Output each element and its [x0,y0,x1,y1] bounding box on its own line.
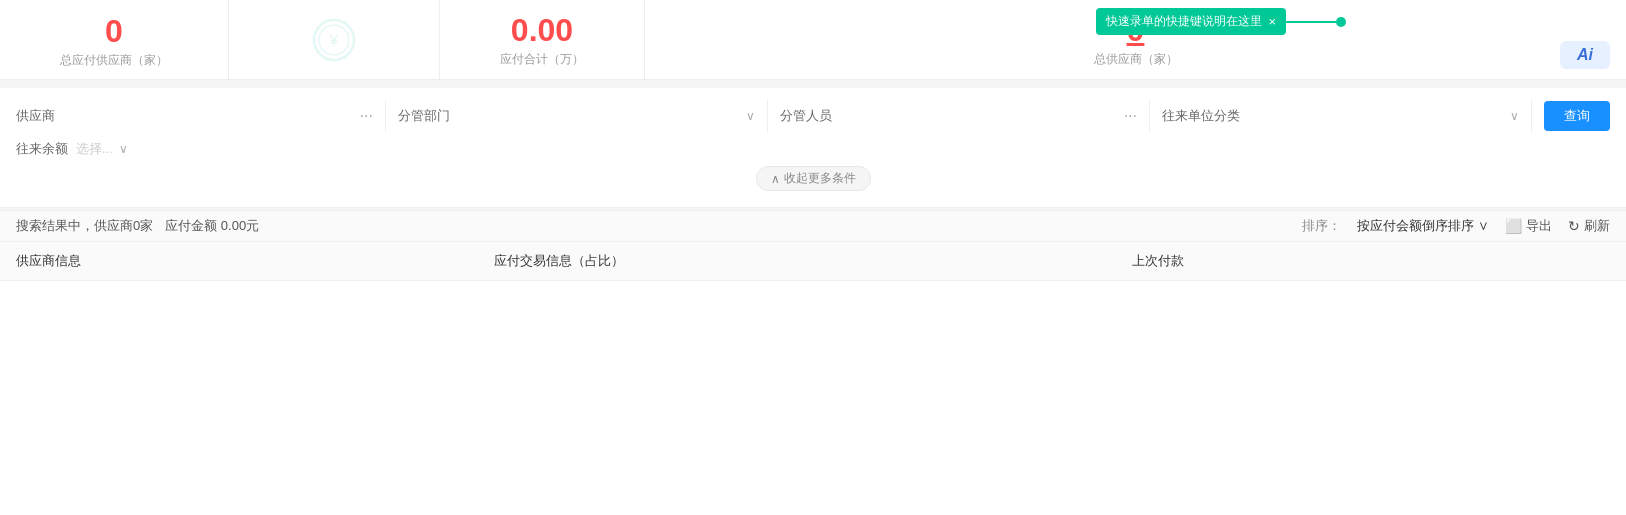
collapse-button[interactable]: ∧ 收起更多条件 [756,166,871,191]
person-label: 分管人员 [780,107,832,125]
supplier-label: 供应商 [16,107,55,125]
table-body [0,281,1626,515]
sort-label: 排序： [1302,217,1341,235]
filter-row-2: 往来余额 选择... ∨ [16,140,1610,158]
filter-field-supplier: 供应商 ··· [16,100,386,132]
payable-total-number: 0.00 [511,11,573,49]
col-header-supplier: 供应商信息 [16,252,494,270]
refresh-button[interactable]: ↻ 刷新 [1568,217,1610,235]
filter-field-dept: 分管部门 ∨ [386,100,768,132]
filter-bar: 供应商 ··· 分管部门 ∨ 分管人员 ··· 往来单位分类 ∨ 查询 往来 [0,88,1626,208]
stats-bar-right: 快速录单的快捷键说明在这里 × 0 总供应商（家） Ai [645,0,1626,79]
col-header-transaction: 应付交易信息（占比） [494,252,1132,270]
table-header: 供应商信息 应付交易信息（占比） 上次付款 [0,242,1626,281]
refresh-icon: ↻ [1568,218,1580,234]
balance-placeholder: 选择... [76,140,113,158]
collapse-label: 收起更多条件 [784,170,856,187]
category-chevron[interactable]: ∨ [1510,109,1519,123]
dept-label: 分管部门 [398,107,450,125]
balance-label: 往来余额 [16,140,68,158]
collapse-arrow: ∧ [771,172,780,186]
filter-row-1: 供应商 ··· 分管部门 ∨ 分管人员 ··· 往来单位分类 ∨ 查询 [16,100,1610,132]
tooltip-text: 快速录单的快捷键说明在这里 [1106,13,1262,30]
ai-badge[interactable]: Ai [1560,41,1610,69]
sort-chevron: ∨ [1478,218,1489,233]
ai-label: Ai [1577,46,1593,64]
supplier-dots[interactable]: ··· [360,107,373,125]
balance-chevron[interactable]: ∨ [119,142,128,156]
export-button[interactable]: ⬜ 导出 [1505,217,1552,235]
person-input[interactable] [840,109,1124,124]
filter-field-category: 往来单位分类 ∨ [1150,100,1532,132]
query-button[interactable]: 查询 [1544,101,1610,131]
filter-actions: 查询 [1532,101,1610,131]
export-label: 导出 [1526,217,1552,235]
payable-total-label: 应付合计（万） [500,51,584,68]
result-text: 搜索结果中，供应商0家 [16,217,153,235]
category-input[interactable] [1248,109,1510,124]
stat-coin-icon-area: ¥ [229,0,440,79]
svg-text:¥: ¥ [329,31,339,48]
refresh-label: 刷新 [1584,217,1610,235]
total-suppliers-label: 总供应商（家） [1094,51,1178,68]
table-area: 供应商信息 应付交易信息（占比） 上次付款 [0,242,1626,515]
tooltip-bubble: 快速录单的快捷键说明在这里 × [1096,8,1286,35]
export-icon: ⬜ [1505,218,1522,234]
collapse-row: ∧ 收起更多条件 [16,162,1610,199]
supplier-input[interactable] [63,109,360,124]
person-dots[interactable]: ··· [1124,107,1137,125]
dept-input[interactable] [458,109,746,124]
tooltip-close[interactable]: × [1268,14,1276,29]
filter-field-person: 分管人员 ··· [768,100,1150,132]
category-label: 往来单位分类 [1162,107,1240,125]
stats-bar: 0 总应付供应商（家） ¥ 0.00 应付合计（万） 快速录单的快捷键说明在这里… [0,0,1626,80]
sort-value[interactable]: 按应付会额倒序排序 ∨ [1357,217,1489,235]
result-actions-area: 排序： 按应付会额倒序排序 ∨ ⬜ 导出 ↻ 刷新 [1302,217,1610,235]
result-info-area: 搜索结果中，供应商0家 应付金额 0.00元 [16,217,259,235]
stat-payable-total: 0.00 应付合计（万） [440,0,645,79]
filter-field-balance: 往来余额 选择... ∨ [16,140,140,158]
tooltip-container: 快速录单的快捷键说明在这里 × [1096,8,1346,35]
coin-icon: ¥ [309,15,359,65]
sort-value-text: 按应付会额倒序排序 [1357,218,1474,233]
dept-chevron[interactable]: ∨ [746,109,755,123]
result-amount: 应付金额 0.00元 [165,217,259,235]
stat-total-payable-suppliers: 0 总应付供应商（家） [0,0,229,79]
result-bar: 搜索结果中，供应商0家 应付金额 0.00元 排序： 按应付会额倒序排序 ∨ ⬜… [0,210,1626,242]
total-payable-suppliers-number: 0 [105,12,123,50]
total-payable-suppliers-label: 总应付供应商（家） [60,52,168,69]
col-header-last-payment: 上次付款 [1132,252,1610,270]
